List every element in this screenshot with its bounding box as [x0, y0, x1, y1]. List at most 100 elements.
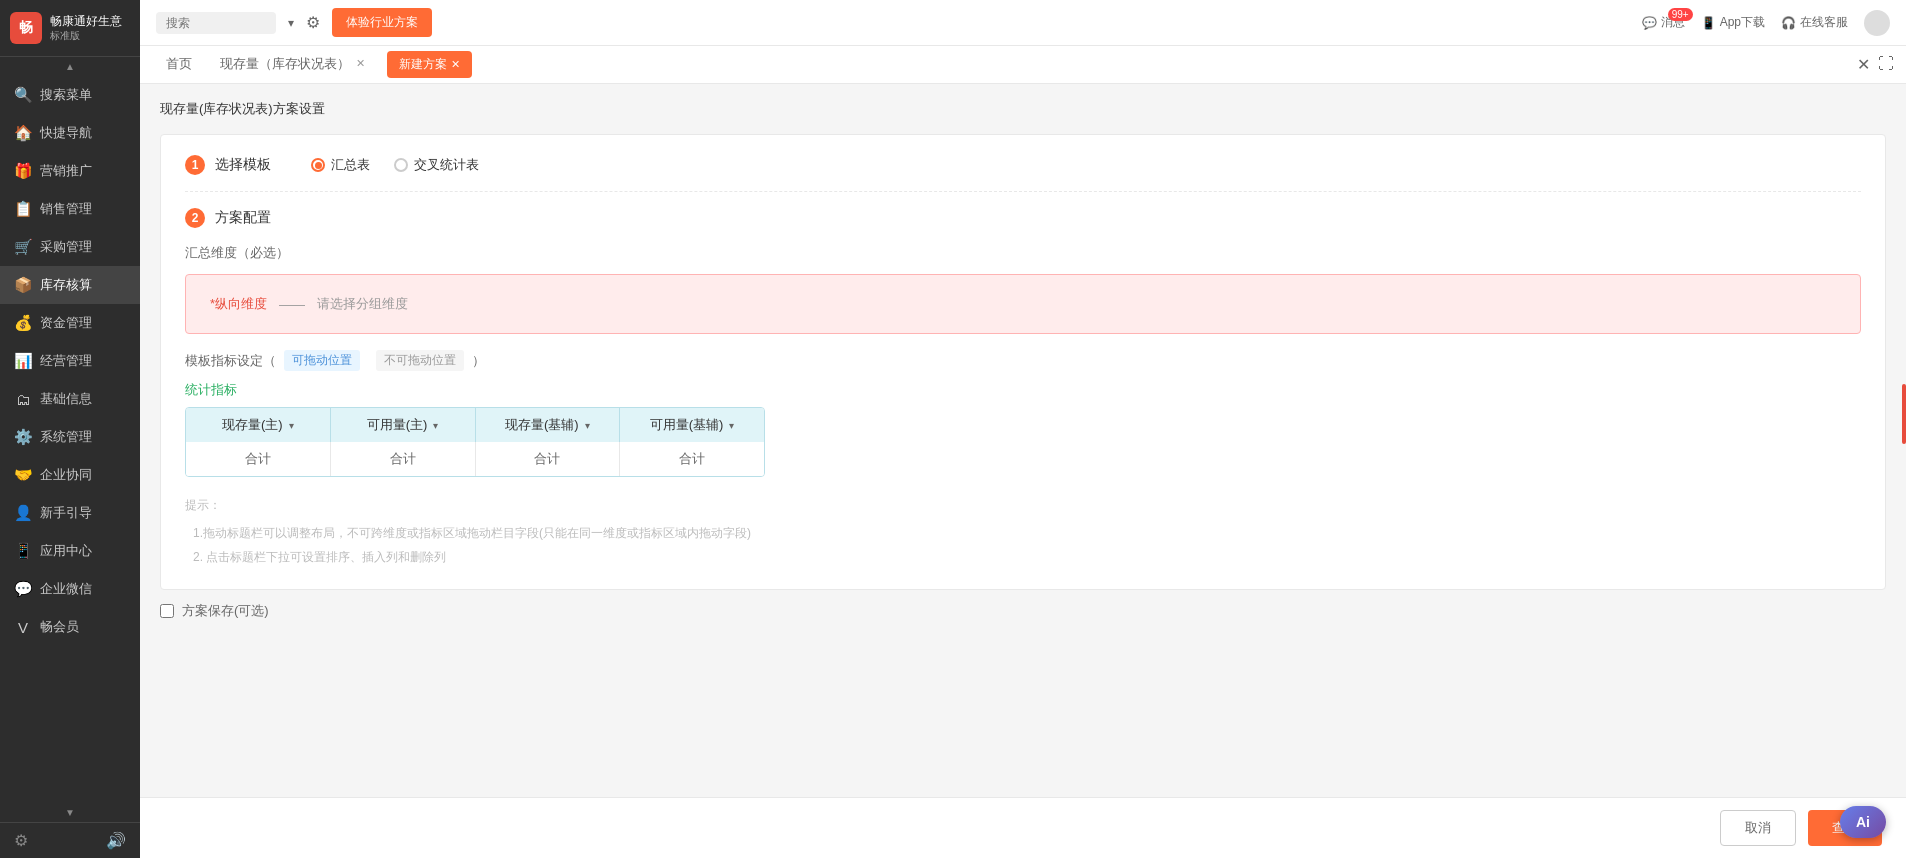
col-label-2: 现存量(基辅) [505, 416, 579, 434]
fixed-chip: 不可拖动位置 [376, 350, 464, 371]
sidebar-nav: 🔍 搜索菜单 🏠 快捷导航 🎁 营销推广 📋 销售管理 🛒 采购管理 📦 库存核… [0, 76, 140, 803]
movable-chip: 可拖动位置 [284, 350, 360, 371]
col-chevron-3[interactable]: ▾ [729, 420, 734, 431]
sidebar-item-label: 采购管理 [40, 238, 92, 256]
sidebar-item-label: 企业微信 [40, 580, 92, 598]
tab-home[interactable]: 首页 [152, 47, 206, 83]
chart-icon: 📊 [14, 352, 32, 370]
sidebar-item-search-menu[interactable]: 🔍 搜索菜单 [0, 76, 140, 114]
sidebar-item-basic-info[interactable]: 🗂 基础信息 [0, 380, 140, 418]
cart-icon: 🛒 [14, 238, 32, 256]
col-body-2: 合计 [476, 442, 621, 476]
trial-button[interactable]: 体验行业方案 [332, 8, 432, 37]
scroll-hint [1902, 384, 1906, 444]
dimension-placeholder: 请选择分组维度 [317, 295, 408, 313]
indicator-label-suffix: ） [472, 352, 485, 370]
cancel-button[interactable]: 取消 [1720, 810, 1796, 846]
save-label: 方案保存(可选) [182, 602, 269, 620]
radio-cross[interactable]: 交叉统计表 [394, 156, 479, 174]
main-area: ▾ ⚙ 体验行业方案 💬 消息 99+ 📱 App下载 🎧 在线客服 首页 [140, 0, 1906, 858]
sidebar-item-app-center[interactable]: 📱 应用中心 [0, 532, 140, 570]
sidebar-settings-icon[interactable]: ⚙ [14, 831, 28, 850]
window-close-btn[interactable]: ✕ [1857, 55, 1870, 74]
sidebar-item-members[interactable]: V 畅会员 [0, 608, 140, 646]
logo-text: 畅康通好生意 [50, 13, 122, 30]
sidebar-item-quick-nav[interactable]: 🏠 快捷导航 [0, 114, 140, 152]
ai-badge[interactable]: Ai [1840, 806, 1886, 838]
step2-row: 2 方案配置 [185, 208, 1861, 228]
radio-summary[interactable]: 汇总表 [311, 156, 370, 174]
money-icon: 💰 [14, 314, 32, 332]
bottom-actions: 取消 查询 [140, 797, 1906, 858]
col-chevron-0[interactable]: ▾ [289, 420, 294, 431]
step1-row: 1 选择模板 汇总表 交叉统计表 [185, 155, 1861, 175]
template-options: 汇总表 交叉统计表 [311, 156, 479, 174]
folder-icon: 🗂 [14, 390, 32, 408]
sidebar-item-newbie[interactable]: 👤 新手引导 [0, 494, 140, 532]
sidebar-item-enterprise[interactable]: 🤝 企业协同 [0, 456, 140, 494]
sidebar-item-wechat[interactable]: 💬 企业微信 [0, 570, 140, 608]
message-item[interactable]: 💬 消息 99+ [1642, 14, 1685, 31]
col-chevron-2[interactable]: ▾ [585, 420, 590, 431]
tab-inventory-label: 现存量（库存状况表） [220, 55, 350, 73]
gift-icon: 🎁 [14, 162, 32, 180]
col-body-1: 合计 [331, 442, 476, 476]
sidebar-item-inventory[interactable]: 📦 库存核算 [0, 266, 140, 304]
indicator-table-body: 合计 合计 合计 合计 [186, 442, 764, 476]
sidebar-item-label: 企业协同 [40, 466, 92, 484]
tabs-bar: 首页 现存量（库存状况表） ✕ 新建方案 ✕ ✕ ⛶ [140, 46, 1906, 84]
sidebar-item-operations[interactable]: 📊 经营管理 [0, 342, 140, 380]
col-label-3: 可用量(基辅) [650, 416, 724, 434]
tab-new-scheme[interactable]: 新建方案 ✕ [387, 51, 472, 78]
sales-icon: 📋 [14, 200, 32, 218]
col-header-3: 可用量(基辅) ▾ [620, 408, 764, 442]
tip-text-1: 1.拖动标题栏可以调整布局，不可跨维度或指标区域拖动栏目字段(只能在同一维度或指… [193, 521, 751, 545]
online-support-item[interactable]: 🎧 在线客服 [1781, 14, 1848, 31]
tab-inventory-close[interactable]: ✕ [356, 57, 365, 70]
app-icon: 📱 [14, 542, 32, 560]
dimension-area: *纵向维度 —— 请选择分组维度 [185, 274, 1861, 334]
message-badge: 99+ [1668, 8, 1693, 21]
col-label-0: 现存量(主) [222, 416, 283, 434]
settings-icon: ⚙️ [14, 428, 32, 446]
stats-title: 统计指标 [185, 381, 1861, 399]
wechat-icon: 💬 [14, 580, 32, 598]
handshake-icon: 🤝 [14, 466, 32, 484]
sidebar-item-system[interactable]: ⚙️ 系统管理 [0, 418, 140, 456]
window-expand-btn[interactable]: ⛶ [1878, 55, 1894, 74]
sidebar-scroll-up[interactable]: ▲ [0, 57, 140, 76]
indicator-label-prefix: 模板指标设定（ [185, 352, 276, 370]
online-support-label: 在线客服 [1800, 14, 1848, 31]
topbar-right: 💬 消息 99+ 📱 App下载 🎧 在线客服 [1642, 10, 1890, 36]
save-row: 方案保存(可选) [160, 590, 1886, 632]
search-input[interactable] [156, 12, 276, 34]
logo-icon: 畅 [10, 12, 42, 44]
step1-label: 选择模板 [215, 156, 271, 174]
sidebar-item-label: 基础信息 [40, 390, 92, 408]
tips-section: 提示： 1.拖动标题栏可以调整布局，不可跨维度或指标区域拖动栏目字段(只能在同一… [185, 493, 1861, 569]
col-body-3: 合计 [620, 442, 764, 476]
sidebar-item-sales[interactable]: 📋 销售管理 [0, 190, 140, 228]
user-icon: 👤 [14, 504, 32, 522]
tab-new-scheme-close[interactable]: ✕ [451, 58, 460, 71]
tab-inventory-status[interactable]: 现存量（库存状况表） ✕ [206, 47, 379, 83]
tip-item-2: 2. 点击标题栏下拉可设置排序、插入列和删除列 [185, 545, 1861, 569]
scheme-card: 1 选择模板 汇总表 交叉统计表 [160, 134, 1886, 590]
app-download-item[interactable]: 📱 App下载 [1701, 14, 1765, 31]
col-chevron-1[interactable]: ▾ [433, 420, 438, 431]
sidebar-item-marketing[interactable]: 🎁 营销推广 [0, 152, 140, 190]
user-avatar[interactable] [1864, 10, 1890, 36]
home-icon: 🏠 [14, 124, 32, 142]
content-area: 现存量(库存状况表)方案设置 1 选择模板 汇总表 交叉统计表 [140, 84, 1906, 797]
box-icon: 📦 [14, 276, 32, 294]
sidebar-sound-icon[interactable]: 🔊 [106, 831, 126, 850]
search-dropdown-icon[interactable]: ▾ [288, 16, 294, 30]
col-header-2: 现存量(基辅) ▾ [476, 408, 621, 442]
gear-icon[interactable]: ⚙ [306, 13, 320, 32]
save-checkbox[interactable] [160, 604, 174, 618]
sidebar-item-purchase[interactable]: 🛒 采购管理 [0, 228, 140, 266]
page-title: 现存量(库存状况表)方案设置 [160, 100, 1886, 118]
sidebar-scroll-down[interactable]: ▼ [0, 803, 140, 822]
sidebar-item-finance[interactable]: 💰 资金管理 [0, 304, 140, 342]
indicator-table-header: 现存量(主) ▾ 可用量(主) ▾ 现存量(基辅) ▾ 可用量(基辅) [186, 408, 764, 442]
